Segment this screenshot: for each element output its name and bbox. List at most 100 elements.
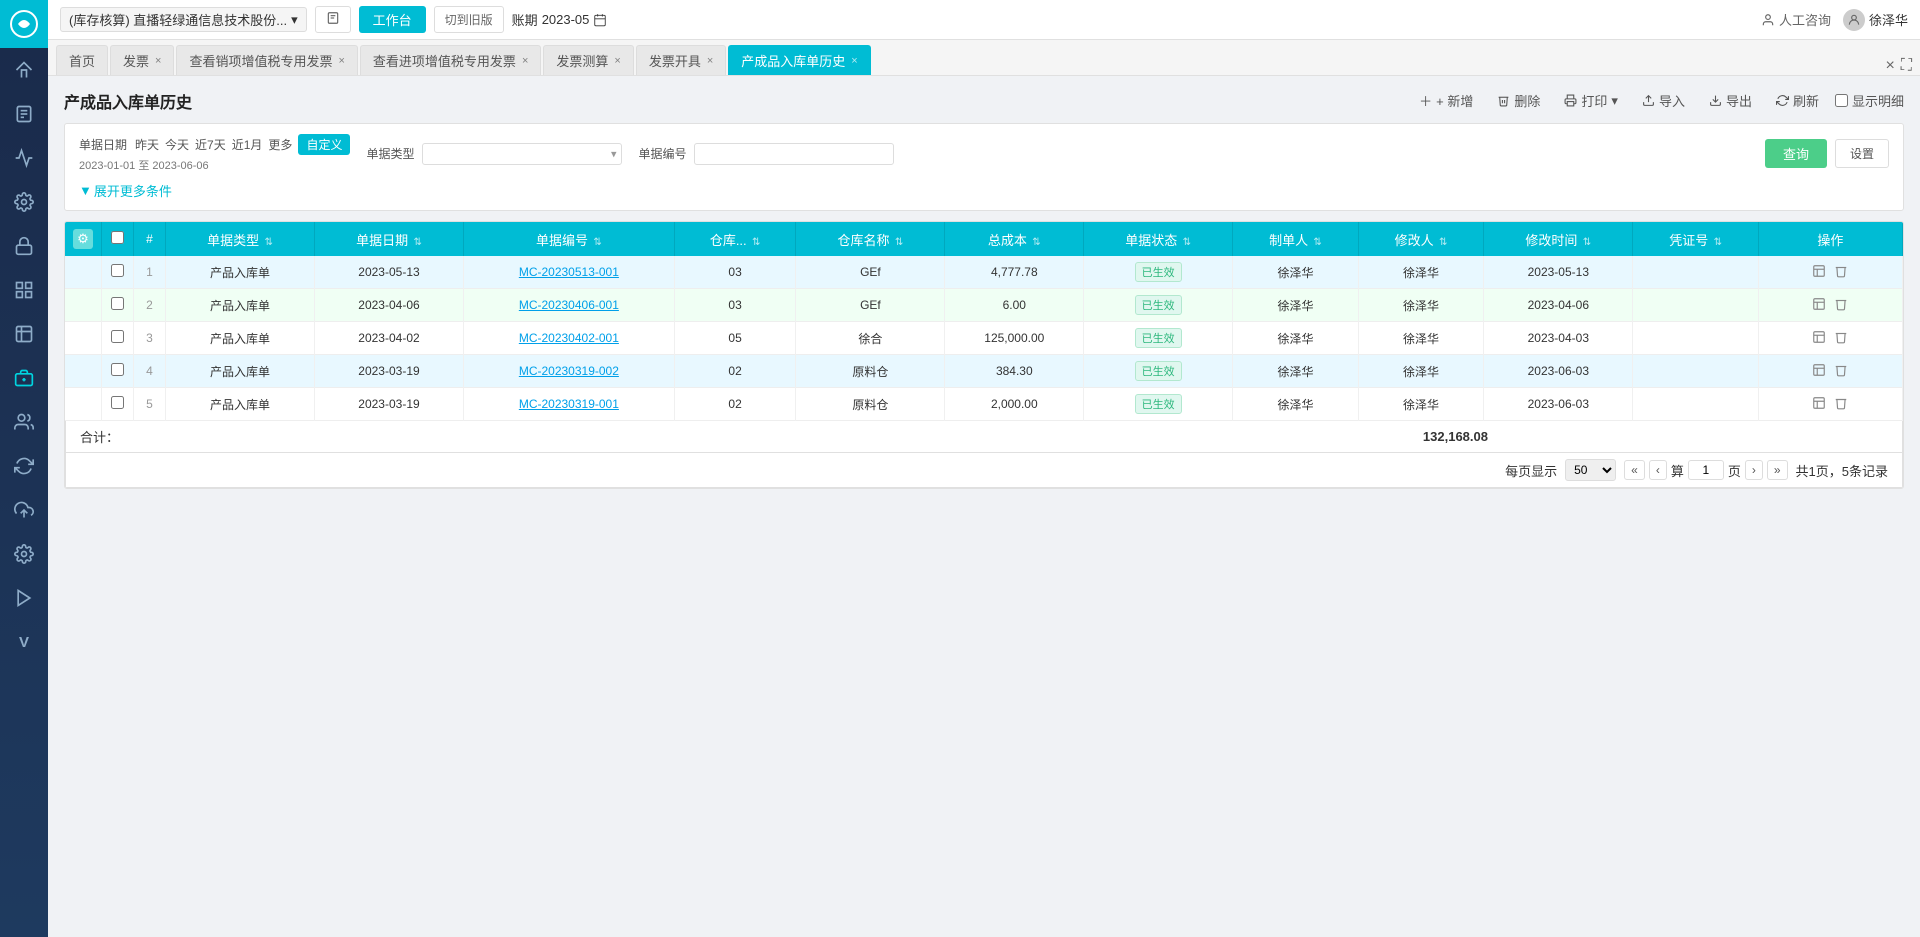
col-voucher[interactable]: 凭证号 ⇅ (1633, 222, 1759, 256)
row-checkbox[interactable] (111, 363, 124, 376)
col-checkbox[interactable] (102, 222, 134, 256)
table-row[interactable]: 2 产品入库单 2023-04-06 MC-20230406-001 03 GE… (65, 289, 1903, 322)
tab-calc-close[interactable]: × (614, 55, 620, 67)
sidebar-item-warehouse[interactable] (0, 356, 48, 400)
tab-invoice[interactable]: 发票 × (110, 45, 174, 75)
column-settings-icon[interactable]: ⚙ (73, 229, 93, 249)
print-button[interactable]: 打印 ▾ (1556, 88, 1626, 113)
cell-code[interactable]: MC-20230513-001 (463, 256, 674, 289)
doc-btn[interactable] (315, 6, 351, 33)
tab-vat-in[interactable]: 查看进项增值税专用发票 × (360, 45, 541, 75)
new-button[interactable]: ＋ + 新增 (1411, 88, 1481, 113)
tab-close-all-button[interactable]: × (1885, 57, 1894, 75)
cell-checkbox[interactable] (102, 256, 134, 289)
col-modify-time[interactable]: 修改时间 ⇅ (1484, 222, 1633, 256)
delete-row-icon[interactable] (1834, 330, 1848, 347)
edit-icon[interactable] (1812, 330, 1826, 347)
delete-row-icon[interactable] (1834, 363, 1848, 380)
col-total-cost[interactable]: 总成本 ⇅ (945, 222, 1084, 256)
last7-shortcut[interactable]: 近7天 (195, 136, 226, 153)
tab-history[interactable]: 产成品入库单历史 × (728, 45, 870, 75)
sidebar-item-table[interactable] (0, 312, 48, 356)
sidebar-item-invoice[interactable] (0, 92, 48, 136)
sidebar-item-lock[interactable] (0, 224, 48, 268)
yesterday-shortcut[interactable]: 昨天 (135, 136, 159, 153)
tab-maximize-button[interactable]: ⛶ (1901, 57, 1912, 75)
tab-vat-in-close[interactable]: × (522, 55, 528, 67)
sidebar-item-play[interactable] (0, 576, 48, 620)
sidebar-item-v[interactable]: V (0, 620, 48, 664)
cell-code[interactable]: MC-20230406-001 (463, 289, 674, 322)
sidebar-item-chart[interactable] (0, 136, 48, 180)
cell-checkbox[interactable] (102, 355, 134, 388)
col-warehouse-name[interactable]: 仓库名称 ⇅ (796, 222, 945, 256)
sidebar-item-home[interactable] (0, 48, 48, 92)
col-type[interactable]: 单据类型 ⇅ (166, 222, 315, 256)
edit-icon[interactable] (1812, 264, 1826, 281)
prev-page-button[interactable]: ‹ (1649, 460, 1667, 480)
num-filter-input[interactable] (694, 143, 894, 165)
col-modifier[interactable]: 修改人 ⇅ (1358, 222, 1484, 256)
tab-history-close[interactable]: × (851, 55, 857, 67)
delete-row-icon[interactable] (1834, 264, 1848, 281)
col-code[interactable]: 单据编号 ⇅ (463, 222, 674, 256)
type-filter-select[interactable] (422, 143, 622, 165)
tab-home[interactable]: 首页 (56, 45, 108, 75)
sidebar-item-grid[interactable] (0, 268, 48, 312)
select-all-checkbox[interactable] (111, 231, 124, 244)
company-selector[interactable]: (库存核算) 直播轻绿通信息技术股份... ▾ (60, 7, 307, 32)
query-button[interactable]: 查询 (1765, 139, 1827, 168)
user-menu[interactable]: 徐泽华 (1843, 9, 1908, 31)
delete-row-icon[interactable] (1834, 297, 1848, 314)
show-detail-checkbox[interactable] (1835, 94, 1848, 107)
custom-date-button[interactable]: 自定义 (298, 134, 350, 155)
tab-vat-out[interactable]: 查看销项增值税专用发票 × (176, 45, 357, 75)
first-page-button[interactable]: « (1624, 460, 1645, 480)
app-logo[interactable] (0, 0, 48, 48)
sidebar-item-settings[interactable] (0, 180, 48, 224)
row-checkbox[interactable] (111, 264, 124, 277)
workbench-button[interactable]: 工作台 (359, 6, 426, 33)
next-page-button[interactable]: › (1745, 460, 1763, 480)
delete-row-icon[interactable] (1834, 396, 1848, 413)
table-row[interactable]: 5 产品入库单 2023-03-19 MC-20230319-001 02 原料… (65, 388, 1903, 421)
col-creator[interactable]: 制单人 ⇅ (1233, 222, 1359, 256)
set-button[interactable]: 设置 (1835, 139, 1889, 168)
switch-version-button[interactable]: 切到旧版 (434, 6, 504, 33)
row-checkbox[interactable] (111, 297, 124, 310)
sidebar-item-gear2[interactable] (0, 532, 48, 576)
sidebar-item-user[interactable] (0, 400, 48, 444)
per-page-select[interactable]: 50 100 (1565, 459, 1616, 481)
row-checkbox[interactable] (111, 330, 124, 343)
col-date[interactable]: 单据日期 ⇅ (314, 222, 463, 256)
page-number-input[interactable] (1688, 460, 1724, 480)
tab-invoice-close[interactable]: × (155, 55, 161, 67)
help-button[interactable]: 人工咨询 (1761, 10, 1831, 29)
row-checkbox[interactable] (111, 396, 124, 409)
tab-calc[interactable]: 发票测算 × (543, 45, 633, 75)
edit-icon[interactable] (1812, 297, 1826, 314)
edit-icon[interactable] (1812, 396, 1826, 413)
refresh-button[interactable]: 刷新 (1768, 88, 1827, 113)
col-status[interactable]: 单据状态 ⇅ (1084, 222, 1233, 256)
last-month-shortcut[interactable]: 近1月 (232, 136, 263, 153)
today-shortcut[interactable]: 今天 (165, 136, 189, 153)
sidebar-item-upload[interactable] (0, 488, 48, 532)
delete-button[interactable]: 删除 (1489, 88, 1548, 113)
cell-code[interactable]: MC-20230319-001 (463, 388, 674, 421)
tab-vat-out-close[interactable]: × (338, 55, 344, 67)
edit-icon[interactable] (1812, 363, 1826, 380)
table-row[interactable]: 1 产品入库单 2023-05-13 MC-20230513-001 03 GE… (65, 256, 1903, 289)
last-page-button[interactable]: » (1767, 460, 1788, 480)
cell-code[interactable]: MC-20230402-001 (463, 322, 674, 355)
col-settings[interactable]: ⚙ (65, 222, 102, 256)
cell-checkbox[interactable] (102, 289, 134, 322)
tab-invoice-open-close[interactable]: × (707, 55, 713, 67)
cell-code[interactable]: MC-20230319-002 (463, 355, 674, 388)
cell-checkbox[interactable] (102, 322, 134, 355)
table-row[interactable]: 3 产品入库单 2023-04-02 MC-20230402-001 05 徐合… (65, 322, 1903, 355)
sidebar-item-refresh[interactable] (0, 444, 48, 488)
tab-invoice-open[interactable]: 发票开具 × (636, 45, 726, 75)
table-row[interactable]: 4 产品入库单 2023-03-19 MC-20230319-002 02 原料… (65, 355, 1903, 388)
expand-conditions-button[interactable]: ▼ 展开更多条件 (79, 181, 1889, 200)
